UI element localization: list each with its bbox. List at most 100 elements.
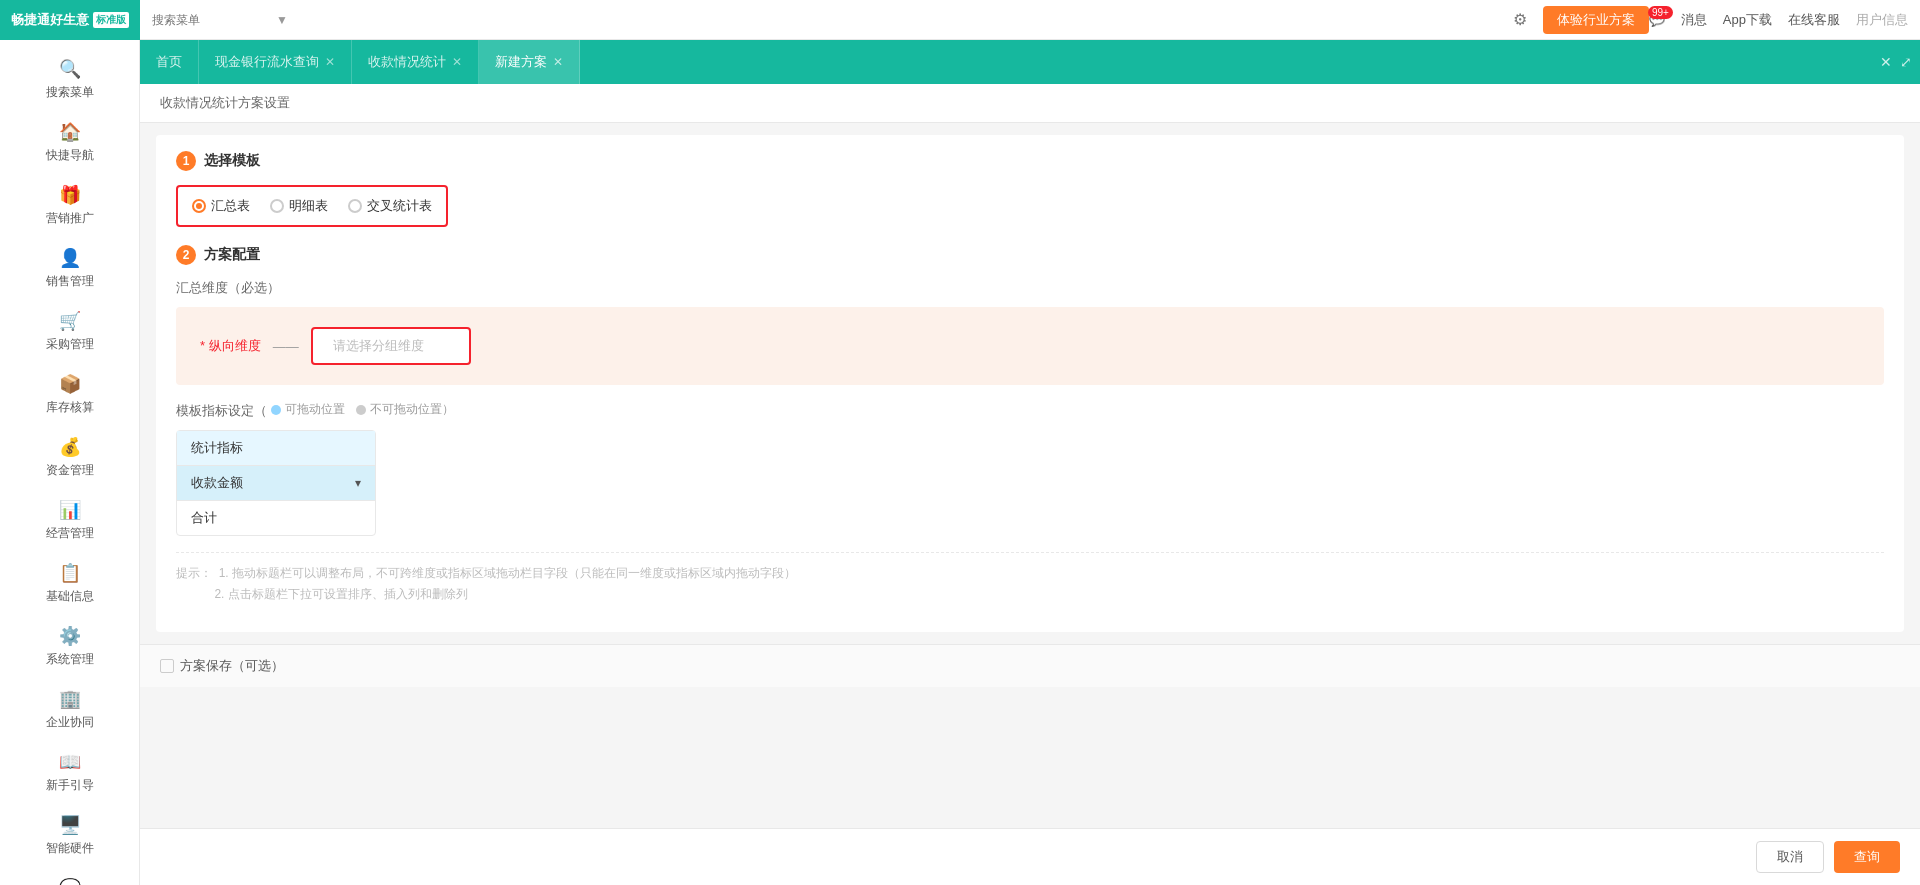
sidebar-label-search: 搜索菜单 — [46, 84, 94, 101]
gear-icon: ⚙️ — [59, 625, 81, 647]
step2-label: 2 方案配置 — [176, 245, 1884, 265]
step2-num: 2 — [176, 245, 196, 265]
indicator-grid: 统计指标 收款金额 ▾ 合计 — [176, 430, 376, 536]
step1-label: 1 选择模板 — [176, 151, 1884, 171]
search-input[interactable] — [152, 13, 272, 27]
save-checkbox-box[interactable] — [160, 659, 174, 673]
cancel-button[interactable]: 取消 — [1756, 841, 1824, 873]
box-icon: 📦 — [59, 373, 81, 395]
sidebar-label-system: 系统管理 — [46, 651, 94, 668]
tab-new-plan-close[interactable]: ✕ — [553, 55, 563, 69]
tip1-text: 提示： 1. 拖动标题栏可以调整布局，不可跨维度或指标区域拖动栏目字段（只能在同… — [176, 563, 1884, 585]
notification-count: 99+ — [1648, 6, 1673, 19]
sidebar-item-finance[interactable]: 💰 资金管理 — [0, 426, 139, 489]
radio-detail-label: 明细表 — [289, 197, 328, 215]
step1-num: 1 — [176, 151, 196, 171]
sidebar-item-sales[interactable]: 👤 销售管理 — [0, 237, 139, 300]
sidebar-item-system[interactable]: ⚙️ 系统管理 — [0, 615, 139, 678]
sidebar-item-operations[interactable]: 📊 经营管理 — [0, 489, 139, 552]
movable-badge: 可拖动位置 — [271, 401, 345, 418]
tab-close-all-icon[interactable]: ✕ — [1880, 54, 1892, 70]
radio-detail[interactable]: 明细表 — [270, 197, 328, 215]
template-radio-group: 汇总表 明细表 交叉统计表 — [176, 185, 448, 227]
tab-receipts-close[interactable]: ✕ — [452, 55, 462, 69]
tab-bank-close[interactable]: ✕ — [325, 55, 335, 69]
sidebar-item-guide[interactable]: 📖 新手引导 — [0, 741, 139, 804]
indicator-header-label: 模板指标设定（ 可拖动位置 不可拖动位置） — [176, 401, 454, 420]
notification-label[interactable]: 消息 — [1681, 11, 1707, 29]
search-icon: 🔍 — [59, 58, 81, 80]
tips-section: 提示： 1. 拖动标题栏可以调整布局，不可跨维度或指标区域拖动栏目字段（只能在同… — [176, 552, 1884, 616]
vertical-dim-label: * 纵向维度 — [200, 337, 261, 355]
radio-cross[interactable]: 交叉统计表 — [348, 197, 432, 215]
radio-summary-circle — [192, 199, 206, 213]
tip2-text: 2. 点击标题栏下拉可设置排序、插入列和删除列 — [214, 584, 1884, 606]
fixed-label: 不可拖动位置） — [370, 401, 454, 418]
indicator-section: 模板指标设定（ 可拖动位置 不可拖动位置） — [176, 401, 1884, 536]
building-icon: 🏢 — [59, 688, 81, 710]
tab-bank-label: 现金银行流水查询 — [215, 53, 319, 71]
indicator-total-label: 合计 — [191, 510, 217, 525]
tab-new-plan[interactable]: 新建方案 ✕ — [479, 40, 580, 84]
dimension-section-label: 汇总维度（必选） — [176, 279, 1884, 297]
sidebar-item-enterprise[interactable]: 🏢 企业协同 — [0, 678, 139, 741]
dimension-row: * 纵向维度 —— 请选择分组维度 — [200, 327, 1860, 365]
tab-maximize-icon[interactable]: ⤢ — [1900, 54, 1912, 70]
monitor-icon: 🖥️ — [59, 814, 81, 836]
user-icon: 👤 — [59, 247, 81, 269]
page-footer: 方案保存（可选） — [140, 644, 1920, 687]
page-title: 收款情况统计方案设置 — [160, 95, 290, 110]
dim-arrow: —— — [273, 339, 299, 354]
topbar: 畅捷通好生意 标准版 ▼ ⚙ 体验行业方案 💬 99+ 消息 App下载 在线客… — [0, 0, 1920, 40]
query-button[interactable]: 查询 — [1834, 841, 1900, 873]
dropdown-icon[interactable]: ▼ — [276, 13, 288, 27]
tab-receipts-label: 收款情况统计 — [368, 53, 446, 71]
page-header: 收款情况统计方案设置 — [140, 84, 1920, 123]
indicator-col-name: 收款金额 — [191, 474, 243, 492]
step1-container: 1 选择模板 汇总表 明细表 — [176, 151, 1884, 227]
radio-detail-circle — [270, 199, 284, 213]
tab-bar: 首页 现金银行流水查询 ✕ 收款情况统计 ✕ 新建方案 ✕ ✕ ⤢ — [140, 40, 1920, 84]
sidebar-item-hardware[interactable]: 🖥️ 智能硬件 — [0, 804, 139, 867]
step2-title: 方案配置 — [204, 246, 260, 264]
sidebar-item-base[interactable]: 📋 基础信息 — [0, 552, 139, 615]
app-download[interactable]: App下载 — [1723, 11, 1772, 29]
sidebar-label-enterprise: 企业协同 — [46, 714, 94, 731]
notification-badge[interactable]: 💬 99+ — [1649, 12, 1665, 27]
user-info[interactable]: 用户信息 — [1856, 11, 1908, 29]
sidebar-label-marketing: 营销推广 — [46, 210, 94, 227]
tab-home[interactable]: 首页 — [140, 40, 199, 84]
sidebar-label-sales: 销售管理 — [46, 273, 94, 290]
logo: 畅捷通好生意 标准版 — [0, 0, 140, 40]
sidebar-label-purchase: 采购管理 — [46, 336, 94, 353]
sidebar-item-search[interactable]: 🔍 搜索菜单 — [0, 48, 139, 111]
home-icon: 🏠 — [59, 121, 81, 143]
gift-icon: 🎁 — [59, 184, 81, 206]
sidebar-item-quick-nav[interactable]: 🏠 快捷导航 — [0, 111, 139, 174]
col-dropdown-icon[interactable]: ▾ — [355, 476, 361, 490]
topbar-actions: ⚙ 体验行业方案 — [1513, 6, 1649, 34]
industry-btn[interactable]: 体验行业方案 — [1543, 6, 1649, 34]
group-dim-select[interactable]: 请选择分组维度 — [311, 327, 471, 365]
save-option-checkbox[interactable]: 方案保存（可选） — [160, 657, 284, 675]
indicator-col-row[interactable]: 收款金额 ▾ — [177, 466, 375, 501]
fixed-badge: 不可拖动位置） — [356, 401, 454, 418]
chart-icon: 📊 — [59, 499, 81, 521]
sidebar-item-marketing[interactable]: 🎁 营销推广 — [0, 174, 139, 237]
settings-icon[interactable]: ⚙ — [1513, 10, 1527, 29]
sidebar-item-inventory[interactable]: 📦 库存核算 — [0, 363, 139, 426]
sidebar-item-purchase[interactable]: 🛒 采购管理 — [0, 300, 139, 363]
tab-receipts[interactable]: 收款情况统计 ✕ — [352, 40, 479, 84]
main-layout: 🔍 搜索菜单 🏠 快捷导航 🎁 营销推广 👤 销售管理 🛒 采购管理 📦 库存核… — [0, 40, 1920, 885]
sidebar-item-wechat[interactable]: 💬 企业微信 — [0, 867, 139, 885]
online-service[interactable]: 在线客服 — [1788, 11, 1840, 29]
radio-summary[interactable]: 汇总表 — [192, 197, 250, 215]
step2-container: 2 方案配置 汇总维度（必选） * 纵向维度 —— 请选择分组维度 — [176, 245, 1884, 616]
main-card: 1 选择模板 汇总表 明细表 — [156, 135, 1904, 632]
radio-cross-circle — [348, 199, 362, 213]
radio-cross-label: 交叉统计表 — [367, 197, 432, 215]
step1-title: 选择模板 — [204, 152, 260, 170]
page-content: 收款情况统计方案设置 1 选择模板 汇总表 — [140, 84, 1920, 828]
tab-bank[interactable]: 现金银行流水查询 ✕ — [199, 40, 352, 84]
indicator-header: 模板指标设定（ 可拖动位置 不可拖动位置） — [176, 401, 1884, 420]
